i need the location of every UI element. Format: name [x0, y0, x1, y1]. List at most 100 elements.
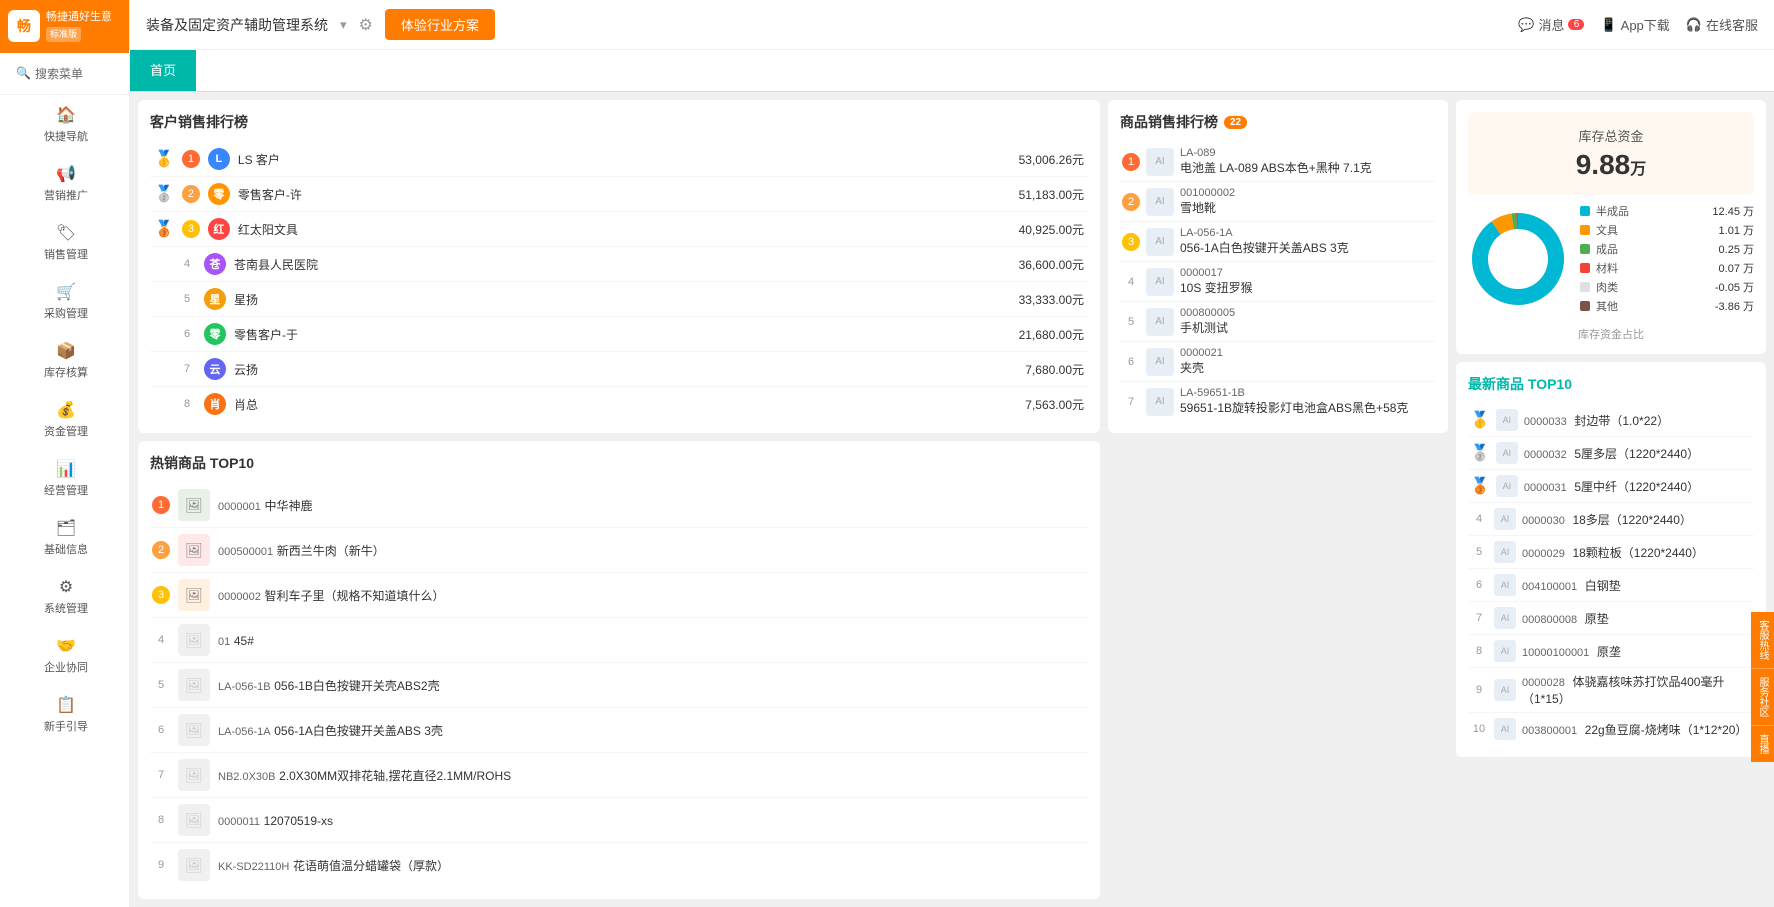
- customer-amount: 36,600.00元: [1019, 256, 1084, 273]
- hot-products-card: 热销商品 TOP10 1 🖼 0000001 中华神鹿 2 🖼 00050000…: [138, 441, 1100, 899]
- product-name: 雪地靴: [1180, 199, 1434, 216]
- customer-ranking-row[interactable]: 7 云 云扬 7,680.00元: [150, 352, 1088, 387]
- sidebar-item-guide[interactable]: 📋 新手引导: [0, 685, 129, 744]
- sidebar-item-inventory[interactable]: 📦 库存核算: [0, 331, 129, 390]
- new-product-row[interactable]: 🥈 AI 0000032 5厘多层（1220*2440）: [1468, 437, 1754, 470]
- hot-products-list: 1 🖼 0000001 中华神鹿 2 🖼 000500001 新西兰牛肉（新牛）…: [150, 483, 1088, 887]
- sidebar-item-operations[interactable]: 📊 经营管理: [0, 449, 129, 508]
- new-product-row[interactable]: 6 AI 004100001 白钢垫: [1468, 569, 1754, 602]
- customer-service-btn[interactable]: 客服热线: [1751, 612, 1774, 669]
- logo-text: 畅捷通好生意 标准版: [46, 10, 112, 43]
- hot-product-row[interactable]: 9 🖼 KK-SD22110H 花语萌值温分蜡罐袋（厚款）: [150, 843, 1088, 887]
- product-code: LA-056-1A: [218, 726, 271, 738]
- customer-avatar: 云: [204, 358, 226, 380]
- customer-ranking-row[interactable]: 5 星 星扬 33,333.00元: [150, 282, 1088, 317]
- product-code: 0000011: [218, 816, 260, 828]
- rank-number: 4: [178, 255, 196, 273]
- rank-number: 7: [1122, 393, 1140, 411]
- customer-ranking-row[interactable]: 🥈 2 零 零售客户-许 51,183.00元: [150, 177, 1088, 212]
- rank-number: 5: [178, 290, 196, 308]
- online-service-button[interactable]: 🎧 在线客服: [1686, 15, 1758, 34]
- product-ranking-row[interactable]: 7 AI LA-59651-1B 59651-1B旋转投影灯电池盒ABS黑色+5…: [1120, 382, 1436, 421]
- customer-ranking-row[interactable]: 6 零 零售客户-于 21,680.00元: [150, 317, 1088, 352]
- sidebar-item-finance[interactable]: 💰 资金管理: [0, 390, 129, 449]
- product-image: 🖼: [178, 849, 210, 881]
- new-product-row[interactable]: 🥇 AI 0000033 封边带（1.0*22）: [1468, 404, 1754, 437]
- new-product-row[interactable]: 8 AI 10000100001 原垄: [1468, 635, 1754, 668]
- product-code: LA-59651-1B: [1180, 387, 1434, 399]
- system-title: 装备及固定资产辅助管理系统: [146, 15, 328, 35]
- sidebar-item-basic-info[interactable]: 🗂 基础信息: [0, 508, 129, 567]
- search-menu-button[interactable]: 🔍 搜索菜单: [10, 61, 119, 86]
- product-name: 18颗粒板（1220*2440）: [1572, 546, 1703, 560]
- medal-icon: 🥈: [1470, 443, 1490, 463]
- product-icon: AI: [1494, 718, 1516, 740]
- customer-name: 肖总: [234, 396, 1017, 413]
- new-product-row[interactable]: 🥉 AI 0000031 5厘中纤（1220*2440）: [1468, 470, 1754, 503]
- product-ranking-row[interactable]: 6 AI 0000021 夹壳: [1120, 342, 1436, 382]
- inventory-card: 库存总资金 9.88万: [1456, 100, 1766, 354]
- hot-product-row[interactable]: 3 🖼 0000002 智利车子里（规格不知道填什么）: [150, 573, 1088, 618]
- product-code: 004100001: [1522, 581, 1577, 593]
- service-community-btn[interactable]: 服务社区: [1751, 669, 1774, 726]
- new-product-row[interactable]: 10 AI 003800001 22g鱼豆腐-烧烤味（1*12*20）: [1468, 713, 1754, 745]
- customer-ranking-row[interactable]: 🥇 1 L LS 客户 53,006.26元: [150, 142, 1088, 177]
- product-ranking-row[interactable]: 3 AI LA-056-1A 056-1A白色按键开关盖ABS 3克: [1120, 222, 1436, 262]
- product-code: 000800008: [1522, 614, 1577, 626]
- product-image: 🖼: [178, 624, 210, 656]
- rank-number: 8: [152, 811, 170, 829]
- product-code: 0000021: [1180, 347, 1434, 359]
- middle-column: 客户销售排行榜 🥇 1 L LS 客户 53,006.26元 🥈 2 零 零售客…: [138, 100, 1100, 899]
- new-product-row[interactable]: 4 AI 0000030 18多层（1220*2440）: [1468, 503, 1754, 536]
- hot-product-row[interactable]: 2 🖼 000500001 新西兰牛肉（新牛）: [150, 528, 1088, 573]
- rank-number: 3: [182, 220, 200, 238]
- tab-home[interactable]: 首页: [130, 50, 196, 91]
- product-ranking-row[interactable]: 1 AI LA-089 电池盖 LA-089 ABS本色+黑种 7.1克: [1120, 142, 1436, 182]
- sidebar-item-home[interactable]: 🏠 快捷导航: [0, 95, 129, 154]
- rank-number: 5: [1470, 543, 1488, 561]
- product-code: 0000028: [1522, 677, 1565, 689]
- sales-icon: 🏷: [56, 223, 76, 243]
- hot-product-row[interactable]: 7 🖼 NB2.0X30B 2.0X30MM双排花轴,摆花直径2.1MM/ROH…: [150, 753, 1088, 798]
- sidebar-item-sales[interactable]: 🏷 销售管理: [0, 213, 129, 272]
- message-button[interactable]: 💬 消息 6: [1518, 15, 1584, 34]
- product-image: AI: [1146, 308, 1174, 336]
- customer-amount: 21,680.00元: [1019, 326, 1084, 343]
- product-code: 0000002: [218, 591, 261, 603]
- product-ranking-row[interactable]: 5 AI 000800005 手机测试: [1120, 302, 1436, 342]
- product-image: 🖼: [178, 714, 210, 746]
- dropdown-arrow-icon[interactable]: ▾: [340, 17, 347, 33]
- customer-ranking-row[interactable]: 4 苍 苍南县人民医院 36,600.00元: [150, 247, 1088, 282]
- hot-product-row[interactable]: 1 🖼 0000001 中华神鹿: [150, 483, 1088, 528]
- customer-avatar: 零: [208, 183, 230, 205]
- sidebar-item-marketing[interactable]: 📢 营销推广: [0, 154, 129, 213]
- product-info: NB2.0X30B 2.0X30MM双排花轴,摆花直径2.1MM/ROHS: [218, 767, 1086, 784]
- trial-plan-button[interactable]: 体验行业方案: [385, 9, 495, 40]
- customer-name: 零售客户-许: [238, 186, 1011, 203]
- sidebar-item-cooperation[interactable]: 🤝 企业协同: [0, 626, 129, 685]
- product-image: AI: [1146, 388, 1174, 416]
- app-download-button[interactable]: 📱 App下载: [1600, 15, 1669, 34]
- sidebar-item-system[interactable]: ⚙ 系统管理: [0, 567, 129, 626]
- product-ranking-row[interactable]: 4 AI 0000017 10S 变扭罗猴: [1120, 262, 1436, 302]
- hot-product-row[interactable]: 8 🖼 0000011 12070519-xs: [150, 798, 1088, 843]
- hot-product-row[interactable]: 5 🖼 LA-056-1B 056-1B白色按键开关壳ABS2壳: [150, 663, 1088, 708]
- rank-number: 2: [182, 185, 200, 203]
- settings-gear-icon[interactable]: ⚙: [359, 15, 373, 35]
- legend-value: -0.05 万: [1715, 279, 1754, 295]
- new-product-row[interactable]: 9 AI 0000028 体骁嘉核味苏打饮品400毫升（1*15）: [1468, 668, 1754, 713]
- new-product-row[interactable]: 7 AI 000800008 原垫: [1468, 602, 1754, 635]
- hot-product-row[interactable]: 4 🖼 01 45#: [150, 618, 1088, 663]
- hot-product-row[interactable]: 6 🖼 LA-056-1A 056-1A白色按键开关盖ABS 3壳: [150, 708, 1088, 753]
- content: 首页 客户销售排行榜 🥇 1 L LS 客户 53,006.26元 🥈 2 零 …: [130, 50, 1774, 907]
- product-ranking-row[interactable]: 2 AI 001000002 雪地靴: [1120, 182, 1436, 222]
- customer-ranking-row[interactable]: 8 肖 肖总 7,563.00元: [150, 387, 1088, 421]
- product-name: 花语萌值温分蜡罐袋（厚款）: [293, 859, 449, 873]
- sidebar-item-purchase[interactable]: 🛒 采购管理: [0, 272, 129, 331]
- legend-name: 半成品: [1596, 203, 1706, 219]
- product-name: 封边带（1.0*22）: [1574, 414, 1669, 428]
- customer-ranking-row[interactable]: 🥉 3 红 红太阳文具 40,925.00元: [150, 212, 1088, 247]
- live-stream-btn[interactable]: 直播: [1751, 726, 1774, 762]
- new-product-row[interactable]: 5 AI 0000029 18颗粒板（1220*2440）: [1468, 536, 1754, 569]
- product-image: AI: [1146, 228, 1174, 256]
